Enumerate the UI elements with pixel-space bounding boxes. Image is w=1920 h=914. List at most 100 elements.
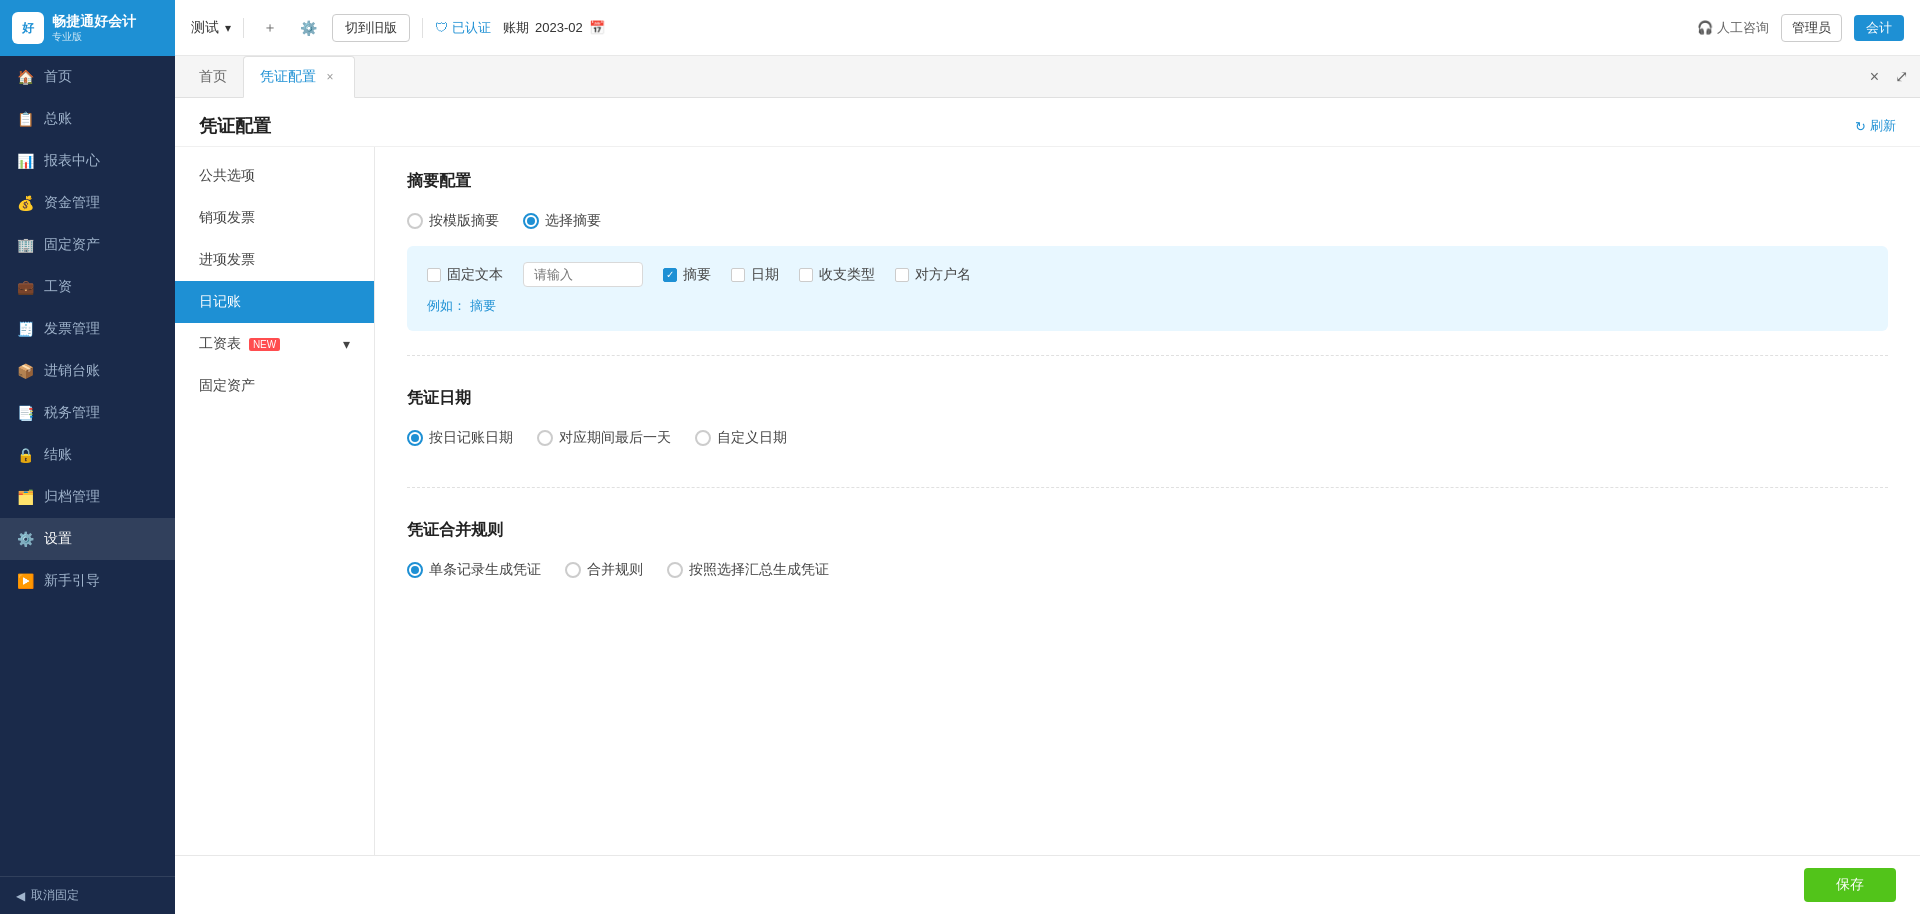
radio-template-summary[interactable]: 按模版摘要 [407,212,499,230]
radio-select-circle [523,213,539,229]
sidebar-item-settings[interactable]: ⚙️ 设置 [0,518,175,560]
nav-item-payroll[interactable]: 工资表 NEW ▾ [175,323,374,365]
checkbox-fixed-text[interactable]: 固定文本 [427,266,503,284]
example-label: 例如： [427,298,466,313]
sales-icon: 📦 [16,362,34,380]
radio-diary-date[interactable]: 按日记账日期 [407,429,513,447]
sidebar-item-invoice[interactable]: 🧾 发票管理 [0,308,175,350]
headset-icon: 🎧 [1697,20,1713,35]
radio-period-last[interactable]: 对应期间最后一天 [537,429,671,447]
sidebar-item-label: 进销台账 [44,362,100,380]
left-nav: 公共选项 销项发票 进项发票 日记账 工资表 NEW [175,147,375,855]
archive-icon: 🗂️ [16,488,34,506]
sidebar-item-capital[interactable]: 💰 资金管理 [0,182,175,224]
sidebar-item-label: 总账 [44,110,72,128]
sidebar-item-archive[interactable]: 🗂️ 归档管理 [0,476,175,518]
salary-icon: 💼 [16,278,34,296]
sidebar: 好 畅捷通好会计 专业版 🏠 首页 📋 总账 📊 报表中心 💰 资金管理 🏢 固… [0,0,175,914]
chevron-down-icon: ▾ [343,336,350,352]
checkbox-counterparty[interactable]: 对方户名 [895,266,971,284]
accountant-button[interactable]: 会计 [1854,15,1904,41]
calendar-icon[interactable]: 📅 [589,20,605,35]
section-date: 凭证日期 按日记账日期 对应期间最后一天 自定义日期 [407,388,1888,488]
sidebar-item-label: 设置 [44,530,72,548]
user-button[interactable]: 管理员 [1781,14,1842,42]
nav-item-diary[interactable]: 日记账 [175,281,374,323]
radio-single-record[interactable]: 单条记录生成凭证 [407,561,541,579]
expand-icon[interactable]: ⤢ [1891,63,1912,90]
radio-summary-gen[interactable]: 按照选择汇总生成凭证 [667,561,829,579]
checkbox-summary[interactable]: 摘要 [663,266,711,284]
topbar-divider-2 [422,18,423,38]
sidebar-item-label: 发票管理 [44,320,100,338]
checkbox-income-type-box [799,268,813,282]
sidebar-item-label: 资金管理 [44,194,100,212]
sidebar-item-label: 首页 [44,68,72,86]
add-button[interactable]: ＋ [256,14,284,42]
nav-item-purchase-invoice[interactable]: 进项发票 [175,239,374,281]
sidebar-item-home[interactable]: 🏠 首页 [0,56,175,98]
service-button[interactable]: 🎧 人工咨询 [1697,19,1769,37]
section-summary-title: 摘要配置 [407,171,1888,192]
tab-close-icon[interactable]: × [322,69,338,85]
settings-gear-icon[interactable]: ⚙️ [294,14,322,42]
checkbox-income-type[interactable]: 收支类型 [799,266,875,284]
cancel-fixed-button[interactable]: ◀ 取消固定 [0,876,175,914]
reports-icon: 📊 [16,152,34,170]
checkbox-date-box [731,268,745,282]
checkbox-date[interactable]: 日期 [731,266,779,284]
assets-icon: 🏢 [16,236,34,254]
shield-icon: 🛡 [435,20,448,35]
company-selector[interactable]: 测试 ▾ [191,19,231,37]
example-value: 摘要 [470,298,496,313]
sidebar-scroll: 🏠 首页 📋 总账 📊 报表中心 💰 资金管理 🏢 固定资产 💼 工资 🧾 发票… [0,56,175,876]
sidebar-item-label: 归档管理 [44,488,100,506]
topbar-actions: ＋ ⚙️ 切到旧版 [256,14,410,42]
sidebar-item-label: 新手引导 [44,572,100,590]
sidebar-item-label: 税务管理 [44,404,100,422]
capital-icon: 💰 [16,194,34,212]
content-body: 公共选项 销项发票 进项发票 日记账 工资表 NEW [175,147,1920,855]
summary-config-box: 固定文本 摘要 日期 [407,246,1888,331]
radio-diary-circle [407,430,423,446]
footer-bar: 保存 [175,855,1920,914]
radio-select-summary[interactable]: 选择摘要 [523,212,601,230]
radio-template-circle [407,213,423,229]
nav-item-public[interactable]: 公共选项 [175,155,374,197]
radio-merge-rule[interactable]: 合并规则 [565,561,643,579]
sidebar-item-ledger[interactable]: 📋 总账 [0,98,175,140]
tab-voucher-config[interactable]: 凭证配置 × [243,56,355,98]
summary-radio-group: 按模版摘要 选择摘要 [407,212,1888,230]
period-info: 账期 2023-02 📅 [503,19,605,37]
sidebar-item-close[interactable]: 🔒 结账 [0,434,175,476]
summary-example: 例如： 摘要 [427,297,1868,315]
nav-item-sales-invoice[interactable]: 销项发票 [175,197,374,239]
switch-version-button[interactable]: 切到旧版 [332,14,410,42]
section-summary: 摘要配置 按模版摘要 选择摘要 [407,171,1888,356]
fixed-text-input[interactable] [523,262,643,287]
topbar-divider-1 [243,18,244,38]
refresh-button[interactable]: ↻ 刷新 [1855,117,1896,135]
tab-home[interactable]: 首页 [183,56,243,98]
summary-options-row: 固定文本 摘要 日期 [427,262,1868,287]
sidebar-item-salary[interactable]: 💼 工资 [0,266,175,308]
nav-item-fixed-assets[interactable]: 固定资产 [175,365,374,407]
sidebar-item-sales[interactable]: 📦 进销台账 [0,350,175,392]
logo-text: 畅捷通好会计 [52,12,136,30]
sidebar-item-guide[interactable]: ▶️ 新手引导 [0,560,175,602]
radio-custom-date[interactable]: 自定义日期 [695,429,787,447]
date-radio-group: 按日记账日期 对应期间最后一天 自定义日期 [407,429,1888,447]
radio-merge-circle [565,562,581,578]
sidebar-item-tax[interactable]: 📑 税务管理 [0,392,175,434]
radio-period-circle [537,430,553,446]
main-area: 测试 ▾ ＋ ⚙️ 切到旧版 🛡 已认证 账期 2023-02 📅 🎧 人工咨询… [175,0,1920,914]
sidebar-item-assets[interactable]: 🏢 固定资产 [0,224,175,266]
sidebar-item-reports[interactable]: 📊 报表中心 [0,140,175,182]
content-wrapper: 凭证配置 ↻ 刷新 公共选项 销项发票 进项发票 日记账 [175,98,1920,914]
merge-radio-group: 单条记录生成凭证 合并规则 按照选择汇总生成凭证 [407,561,1888,579]
guide-icon: ▶️ [16,572,34,590]
close-window-icon[interactable]: × [1866,64,1883,90]
page-title: 凭证配置 [199,114,271,138]
save-button[interactable]: 保存 [1804,868,1896,902]
tabbar-right: × ⤢ [1866,63,1912,90]
